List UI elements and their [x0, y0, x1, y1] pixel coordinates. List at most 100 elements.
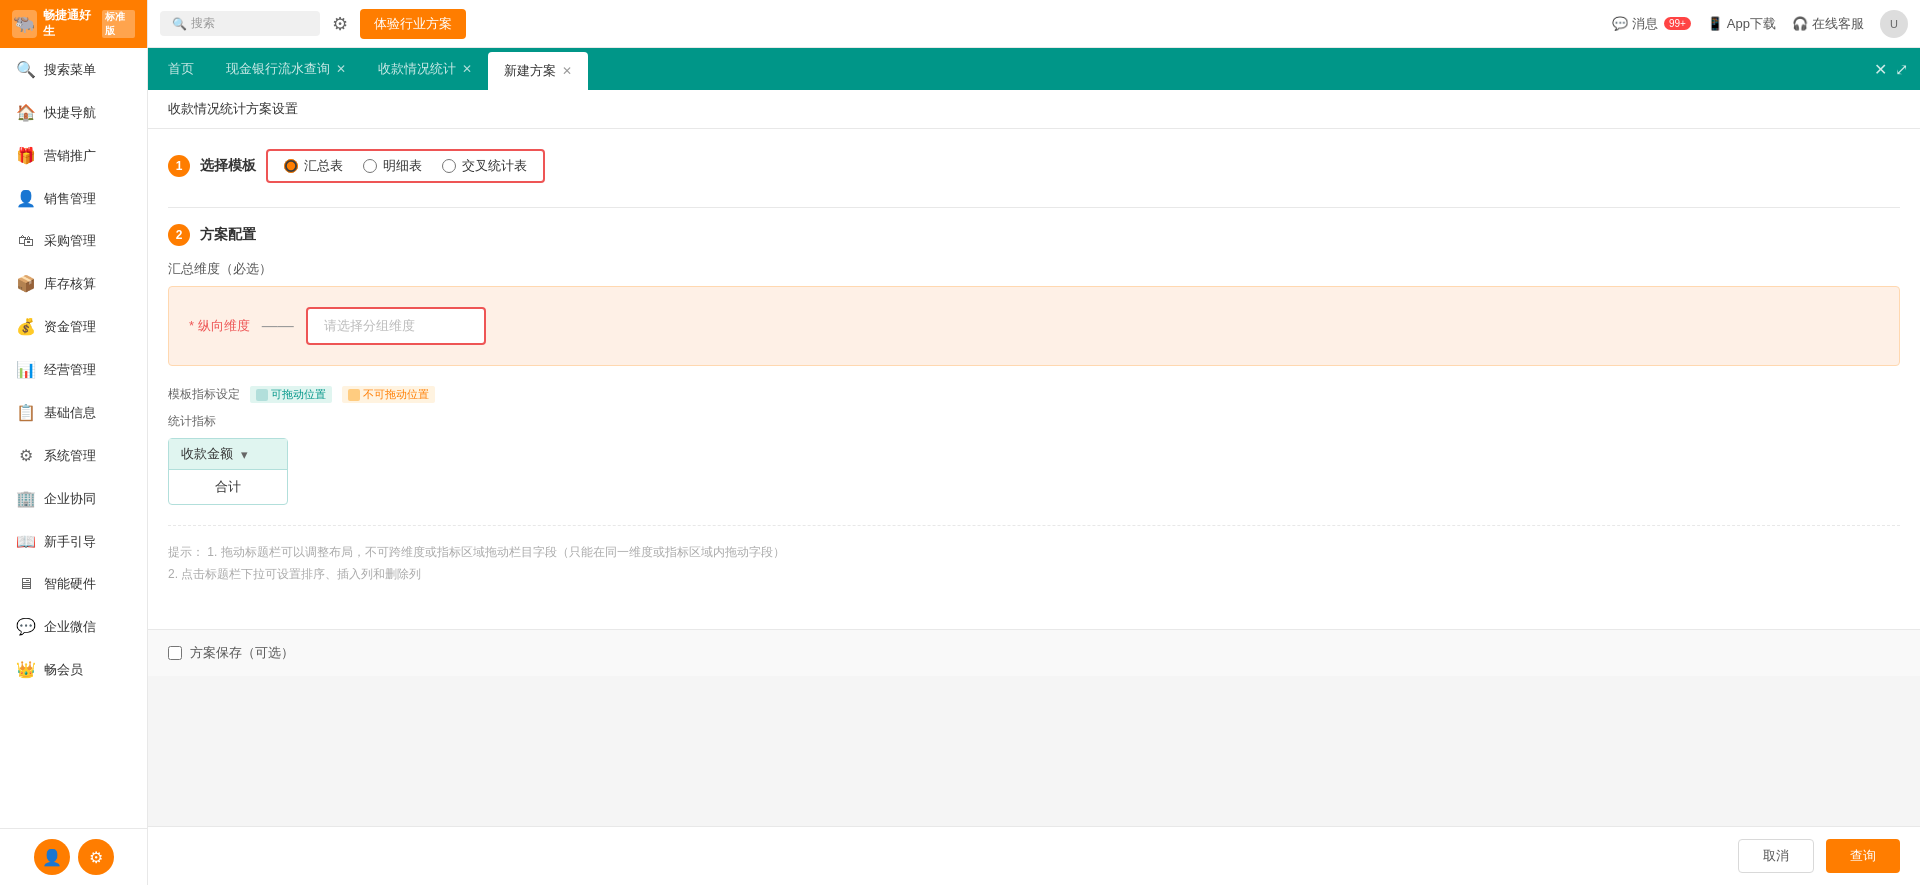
- template-radio-group: 汇总表 明细表 交叉统计表: [266, 149, 545, 183]
- sidebar-bottom: 👤 ⚙: [0, 828, 147, 885]
- sidebar-item-sales[interactable]: 👤 销售管理: [0, 177, 147, 220]
- step2-section: 2 方案配置 汇总维度（必选） * 纵向维度 —— 请选择分组维度: [168, 207, 1900, 585]
- tab-new-plan-label: 新建方案: [504, 62, 556, 80]
- tab-bar: 首页 现金银行流水查询 ✕ 收款情况统计 ✕ 新建方案 ✕ ✕ ⤢: [148, 48, 1920, 90]
- crown-icon: 👑: [16, 660, 36, 679]
- dimension-input[interactable]: 请选择分组维度: [306, 307, 486, 345]
- sidebar-item-hardware[interactable]: 🖥 智能硬件: [0, 563, 147, 605]
- sidebar-item-weixin[interactable]: 💬 企业微信: [0, 605, 147, 648]
- tab-collection-stat-close[interactable]: ✕: [462, 62, 472, 76]
- step1-number: 1: [168, 155, 190, 177]
- sidebar-label-hardware: 智能硬件: [44, 575, 96, 593]
- building-icon: 🏢: [16, 489, 36, 508]
- money-icon: 💰: [16, 317, 36, 336]
- sidebar-badge: 标准版: [102, 10, 135, 38]
- radio-detail-label: 明细表: [383, 157, 422, 175]
- dimension-arrow: ——: [262, 317, 294, 335]
- radio-detail-input[interactable]: [363, 159, 377, 173]
- search-menu-icon: 🔍: [16, 60, 36, 79]
- cancel-button[interactable]: 取消: [1738, 839, 1814, 873]
- person-icon: 👤: [16, 189, 36, 208]
- sidebar-label-enterprise: 企业协同: [44, 490, 96, 508]
- sidebar-label-guide: 新手引导: [44, 533, 96, 551]
- sidebar-logo: 🐃 畅捷通好生 标准版: [0, 0, 147, 48]
- sidebar-label-basic-info: 基础信息: [44, 404, 96, 422]
- sidebar-item-member[interactable]: 👑 畅会员: [0, 648, 147, 691]
- maximize-window-icon[interactable]: ⤢: [1895, 60, 1908, 79]
- header-right: 💬 消息 99+ 📱 App下载 🎧 在线客服 U: [1612, 10, 1908, 38]
- gift-icon: 🎁: [16, 146, 36, 165]
- tab-bank-flow-close[interactable]: ✕: [336, 62, 346, 76]
- step2-number: 2: [168, 224, 190, 246]
- clipboard-icon: 📋: [16, 403, 36, 422]
- non-draggable-color-swatch: [348, 389, 360, 401]
- dimension-area: * 纵向维度 —— 请选择分组维度: [168, 286, 1900, 366]
- search-box[interactable]: 🔍 搜索: [160, 11, 320, 36]
- support-item[interactable]: 🎧 在线客服: [1792, 15, 1864, 33]
- chat-icon: 💬: [16, 617, 36, 636]
- page-title-bar: 收款情况统计方案设置: [148, 90, 1920, 129]
- sidebar-item-enterprise[interactable]: 🏢 企业协同: [0, 477, 147, 520]
- download-icon: 📱: [1707, 16, 1723, 31]
- chart-icon: 📊: [16, 360, 36, 379]
- step2-header: 2 方案配置: [168, 224, 1900, 246]
- tab-new-plan-close[interactable]: ✕: [562, 64, 572, 78]
- sidebar-label-system: 系统管理: [44, 447, 96, 465]
- support-label: 在线客服: [1812, 15, 1864, 33]
- user-avatar[interactable]: U: [1880, 10, 1908, 38]
- step1-title: 选择模板: [200, 157, 256, 175]
- top-header: 🔍 搜索 ⚙ 体验行业方案 💬 消息 99+ 📱 App下载 🎧 在线客服 U: [148, 0, 1920, 48]
- main-area: 🔍 搜索 ⚙ 体验行业方案 💬 消息 99+ 📱 App下载 🎧 在线客服 U …: [148, 0, 1920, 885]
- tab-bank-flow[interactable]: 现金银行流水查询 ✕: [210, 50, 362, 88]
- query-button[interactable]: 查询: [1826, 839, 1900, 873]
- radio-summary-label: 汇总表: [304, 157, 343, 175]
- radio-summary-input[interactable]: [284, 159, 298, 173]
- bag-icon: 🛍: [16, 232, 36, 250]
- sidebar-label-inventory: 库存核算: [44, 275, 96, 293]
- search-icon: 🔍: [172, 17, 187, 31]
- logo-text: 畅捷通好生: [43, 8, 96, 39]
- radio-cross[interactable]: 交叉统计表: [442, 157, 527, 175]
- home-icon: 🏠: [16, 103, 36, 122]
- radio-summary[interactable]: 汇总表: [284, 157, 343, 175]
- search-placeholder-text: 搜索: [191, 15, 215, 32]
- sidebar-item-finance[interactable]: 💰 资金管理: [0, 305, 147, 348]
- notification-label: 消息: [1632, 15, 1658, 33]
- settings-icon[interactable]: ⚙: [332, 13, 348, 35]
- step1-header: 1 选择模板 汇总表 明细表 交叉统计表: [168, 149, 1900, 183]
- sidebar-settings-icon[interactable]: ⚙: [78, 839, 114, 875]
- support-icon: 🎧: [1792, 16, 1808, 31]
- sidebar-label-finance: 资金管理: [44, 318, 96, 336]
- book-icon: 📖: [16, 532, 36, 551]
- sidebar-item-quick-nav[interactable]: 🏠 快捷导航: [0, 91, 147, 134]
- close-window-icon[interactable]: ✕: [1874, 60, 1887, 79]
- sidebar-label-marketing: 营销推广: [44, 147, 96, 165]
- radio-detail[interactable]: 明细表: [363, 157, 422, 175]
- sidebar-user-icon[interactable]: 👤: [34, 839, 70, 875]
- tab-home[interactable]: 首页: [152, 50, 210, 88]
- sidebar-item-purchase[interactable]: 🛍 采购管理: [0, 220, 147, 262]
- page-title: 收款情况统计方案设置: [168, 101, 298, 116]
- trial-button[interactable]: 体验行业方案: [360, 9, 466, 39]
- sidebar-item-basic-info[interactable]: 📋 基础信息: [0, 391, 147, 434]
- sidebar-item-search-menu[interactable]: 🔍 搜索菜单: [0, 48, 147, 91]
- download-item[interactable]: 📱 App下载: [1707, 15, 1776, 33]
- stats-card-sublabel: 合计: [215, 479, 241, 494]
- radio-cross-input[interactable]: [442, 159, 456, 173]
- metrics-section: 模板指标设定 可拖动位置 不可拖动位置 统计指标 收款金额: [168, 386, 1900, 505]
- notification-icon: 💬: [1612, 16, 1628, 31]
- sidebar-item-marketing[interactable]: 🎁 营销推广: [0, 134, 147, 177]
- tab-new-plan[interactable]: 新建方案 ✕: [488, 52, 588, 90]
- notification-item[interactable]: 💬 消息 99+: [1612, 15, 1691, 33]
- sidebar-item-inventory[interactable]: 📦 库存核算: [0, 262, 147, 305]
- stats-card-chevron-icon[interactable]: ▾: [241, 447, 248, 462]
- stats-card-body: 合计: [169, 470, 287, 504]
- save-checkbox[interactable]: [168, 646, 182, 660]
- tab-bank-flow-label: 现金银行流水查询: [226, 60, 330, 78]
- sidebar-item-guide[interactable]: 📖 新手引导: [0, 520, 147, 563]
- sidebar-item-operations[interactable]: 📊 经营管理: [0, 348, 147, 391]
- step2-title: 方案配置: [200, 226, 256, 244]
- tab-collection-stat[interactable]: 收款情况统计 ✕: [362, 50, 488, 88]
- sidebar-item-system[interactable]: ⚙ 系统管理: [0, 434, 147, 477]
- monitor-icon: 🖥: [16, 575, 36, 593]
